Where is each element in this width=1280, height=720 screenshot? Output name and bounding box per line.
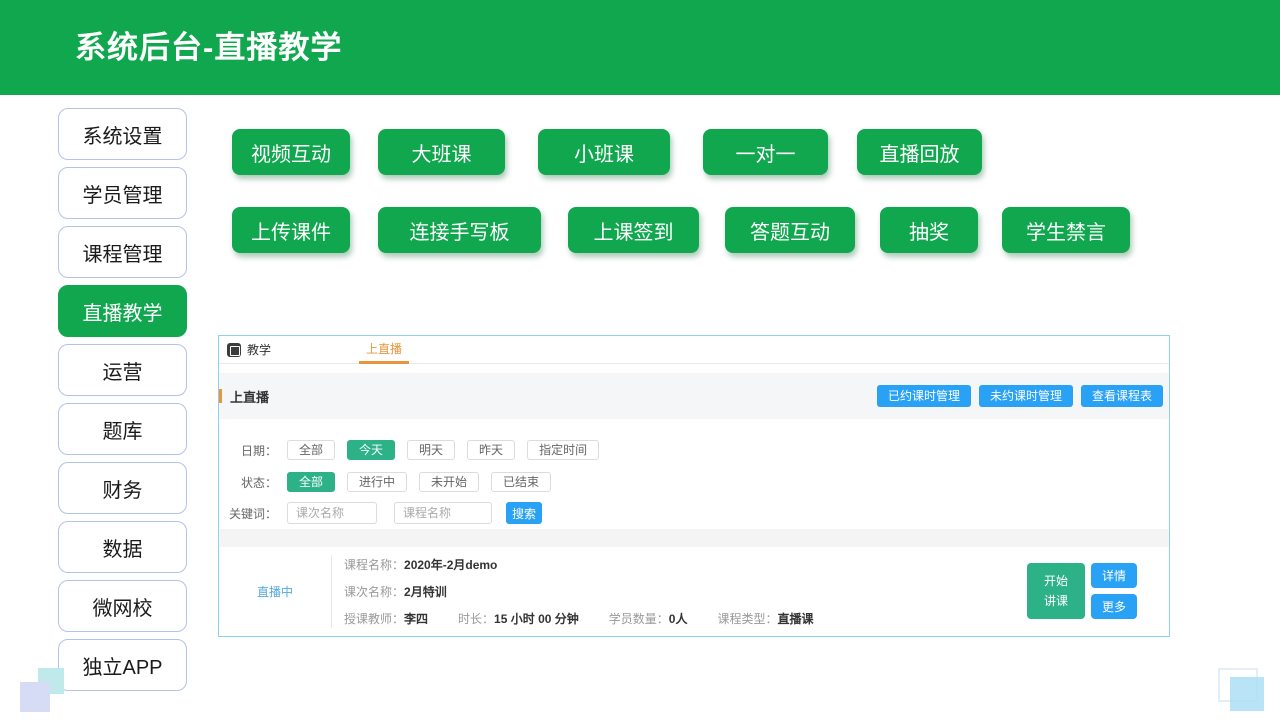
course-row: 直播中 课程名称：2020年-2月demo 课次名称：2月特训 授课教师：李四 … [219, 547, 1169, 636]
status-option-ongoing[interactable]: 进行中 [347, 472, 407, 492]
panel-tab-bar: 教学 上直播 [219, 336, 1169, 364]
feature-button-small-class[interactable]: 小班课 [538, 129, 670, 175]
status-filter-row: 状态： 全部 进行中 未开始 已结束 [219, 472, 563, 492]
feature-button-video-interaction[interactable]: 视频互动 [232, 129, 350, 175]
sidebar-item-data[interactable]: 数据 [58, 521, 187, 573]
brand-label: 教学 [247, 336, 271, 364]
sidebar-item-student-management[interactable]: 学员管理 [58, 167, 187, 219]
course-meta-line: 授课教师：李四 时长：15 小时 00 分钟 学员数量：0人 课程类型：直播课 [344, 611, 813, 625]
status-filter-label: 状态： [219, 474, 277, 491]
sidebar: 系统设置 学员管理 课程管理 直播教学 运营 题库 财务 数据 微网校 独立AP… [58, 108, 187, 691]
keyword-filter-label: 关键词： [219, 505, 277, 522]
teacher-value: 李四 [404, 612, 428, 626]
section-actions: 已约课时管理 未约课时管理 查看课程表 [877, 385, 1163, 407]
section-accent-bar [219, 389, 222, 403]
feature-button-large-class[interactable]: 大班课 [378, 129, 505, 175]
section-header: 上直播 已约课时管理 未约课时管理 查看课程表 [219, 373, 1169, 419]
booked-lessons-button[interactable]: 已约课时管理 [877, 385, 971, 407]
duration-label: 时长： [458, 612, 494, 626]
feature-button-connect-tablet[interactable]: 连接手写板 [378, 207, 541, 253]
feature-button-live-replay[interactable]: 直播回放 [857, 129, 982, 175]
status-option-not-started[interactable]: 未开始 [419, 472, 479, 492]
sidebar-item-operations[interactable]: 运营 [58, 344, 187, 396]
course-name-value: 2020年-2月demo [404, 558, 497, 572]
date-option-custom[interactable]: 指定时间 [527, 440, 599, 460]
start-teaching-button[interactable]: 开始讲课 [1027, 563, 1085, 619]
keyword-filter-row: 关键词： 搜索 [219, 502, 542, 524]
section-title-wrap: 上直播 [219, 373, 269, 419]
page-header: 系统后台-直播教学 [0, 0, 1280, 95]
date-option-yesterday[interactable]: 昨天 [467, 440, 515, 460]
more-button[interactable]: 更多 [1091, 594, 1137, 619]
date-option-today[interactable]: 今天 [347, 440, 395, 460]
sidebar-item-course-management[interactable]: 课程管理 [58, 226, 187, 278]
feature-button-mute-students[interactable]: 学生禁言 [1002, 207, 1130, 253]
sidebar-item-micro-school[interactable]: 微网校 [58, 580, 187, 632]
course-name-line: 课程名称：2020年-2月demo [344, 557, 813, 571]
live-status-badge: 直播中 [257, 547, 293, 636]
date-filter-label: 日期： [219, 442, 277, 459]
page-title: 系统后台-直播教学 [75, 0, 342, 95]
decoration-square-lavender [20, 682, 50, 712]
course-name-input[interactable] [394, 502, 492, 524]
teacher-label: 授课教师： [344, 612, 404, 626]
row-divider [331, 555, 332, 628]
lesson-name-line: 课次名称：2月特训 [344, 584, 813, 598]
admin-panel: 教学 上直播 上直播 已约课时管理 未约课时管理 查看课程表 日期： 全部 今天… [218, 335, 1170, 637]
sidebar-item-live-teaching[interactable]: 直播教学 [58, 285, 187, 337]
course-details: 课程名称：2020年-2月demo 课次名称：2月特训 授课教师：李四 时长：1… [344, 557, 813, 638]
app-logo-icon [227, 343, 241, 357]
tab-live-label: 上直播 [366, 342, 402, 356]
students-label: 学员数量： [609, 612, 669, 626]
feature-button-class-signin[interactable]: 上课签到 [568, 207, 699, 253]
tab-live[interactable]: 上直播 [359, 336, 409, 364]
search-button[interactable]: 搜索 [506, 502, 542, 524]
date-option-all[interactable]: 全部 [287, 440, 335, 460]
sidebar-item-question-bank[interactable]: 题库 [58, 403, 187, 455]
feature-button-lottery[interactable]: 抽奖 [880, 207, 978, 253]
sidebar-item-independent-app[interactable]: 独立APP [58, 639, 187, 691]
sidebar-item-finance[interactable]: 财务 [58, 462, 187, 514]
feature-button-one-on-one[interactable]: 一对一 [703, 129, 828, 175]
feature-button-quiz-interaction[interactable]: 答题互动 [725, 207, 855, 253]
decoration-square-blue [1230, 677, 1264, 711]
course-type-value: 直播课 [777, 612, 813, 626]
status-option-all[interactable]: 全部 [287, 472, 335, 492]
date-option-tomorrow[interactable]: 明天 [407, 440, 455, 460]
students-value: 0人 [669, 612, 688, 626]
lesson-name-input[interactable] [287, 502, 377, 524]
date-filter-row: 日期： 全部 今天 明天 昨天 指定时间 [219, 440, 611, 460]
status-option-ended[interactable]: 已结束 [491, 472, 551, 492]
unbooked-lessons-button[interactable]: 未约课时管理 [979, 385, 1073, 407]
duration-value: 15 小时 00 分钟 [494, 612, 579, 626]
view-schedule-button[interactable]: 查看课程表 [1081, 385, 1163, 407]
section-title: 上直播 [230, 387, 269, 406]
detail-button[interactable]: 详情 [1091, 563, 1137, 588]
lesson-name-value: 2月特训 [404, 585, 447, 599]
course-type-label: 课程类型： [717, 612, 777, 626]
feature-button-upload-courseware[interactable]: 上传课件 [232, 207, 350, 253]
section-separator [219, 529, 1169, 547]
course-name-label: 课程名称： [344, 558, 404, 572]
sidebar-item-system-settings[interactable]: 系统设置 [58, 108, 187, 160]
lesson-name-label: 课次名称： [344, 585, 404, 599]
screen: 系统后台-直播教学 系统设置 学员管理 课程管理 直播教学 运营 题库 财务 数… [0, 0, 1280, 720]
